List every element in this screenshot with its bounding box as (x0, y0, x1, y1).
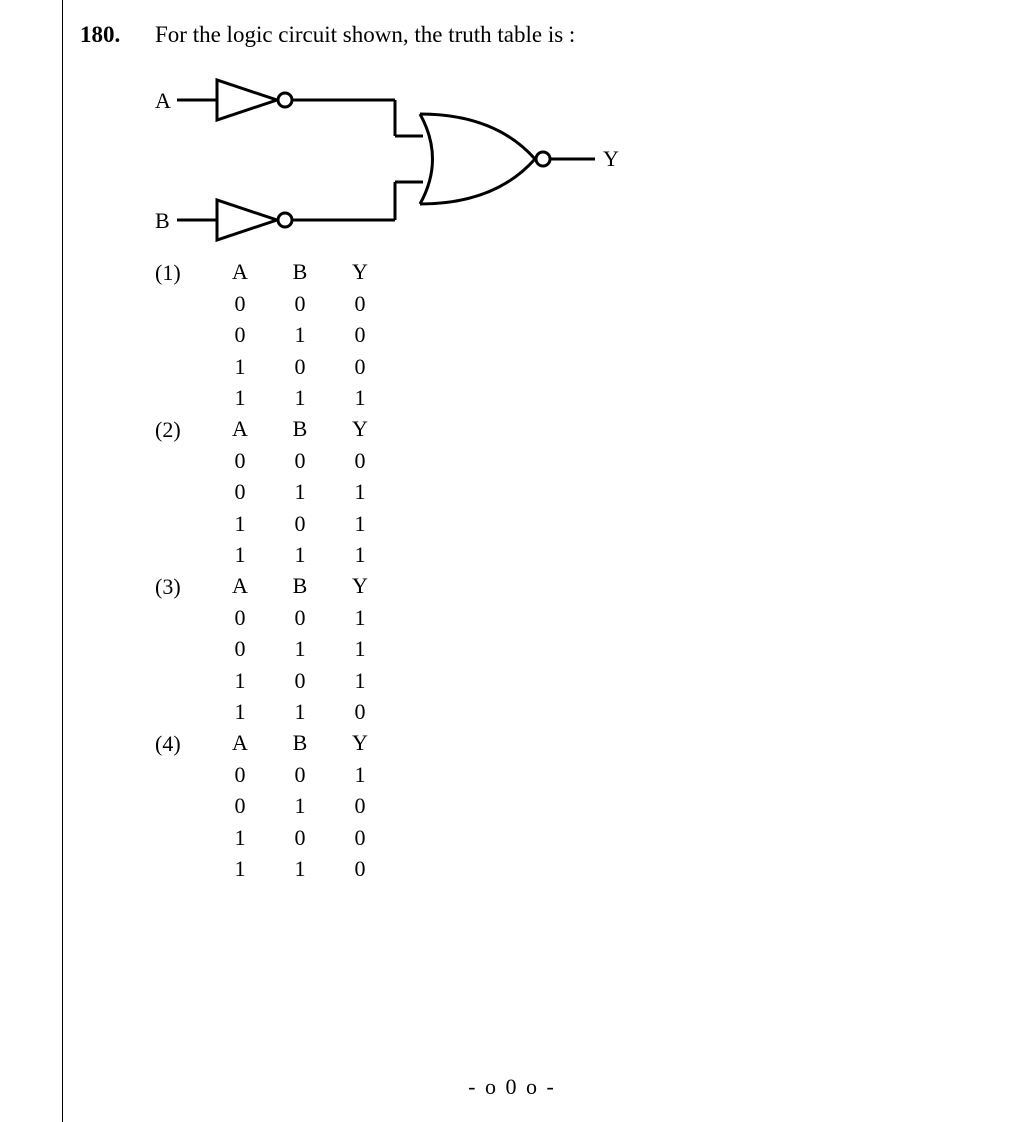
question-number: 180. (80, 22, 120, 48)
td: 0 (270, 604, 330, 633)
td: 0 (270, 290, 330, 319)
th-b: B (270, 258, 330, 287)
option-2: (2) A B Y 0 0 0 0 1 1 1 0 1 1 1 1 (155, 415, 390, 570)
td: 1 (330, 761, 390, 790)
td: 0 (210, 792, 270, 821)
td: 1 (330, 384, 390, 413)
td: 1 (330, 667, 390, 696)
input-b-label: B (155, 208, 170, 233)
td: 0 (270, 667, 330, 696)
th-a: A (210, 258, 270, 287)
td: 0 (270, 353, 330, 382)
td: 0 (210, 635, 270, 664)
th-y: Y (330, 415, 390, 444)
td: 0 (330, 855, 390, 884)
truth-table: A B Y 0 0 0 0 1 1 1 0 1 1 1 1 (210, 415, 390, 570)
td: 1 (270, 635, 330, 664)
logic-circuit-diagram: A B (155, 70, 625, 250)
option-4: (4) A B Y 0 0 1 0 1 0 1 0 0 1 1 0 (155, 729, 390, 884)
th-a: A (210, 572, 270, 601)
td: 0 (210, 447, 270, 476)
td: 1 (330, 510, 390, 539)
th-b: B (270, 415, 330, 444)
td: 1 (330, 541, 390, 570)
option-label: (3) (155, 572, 210, 600)
td: 1 (210, 510, 270, 539)
td: 0 (210, 478, 270, 507)
td: 1 (270, 541, 330, 570)
td: 1 (330, 604, 390, 633)
td: 1 (210, 855, 270, 884)
td: 1 (270, 698, 330, 727)
td: 0 (270, 761, 330, 790)
th-y: Y (330, 258, 390, 287)
input-a-label: A (155, 88, 171, 113)
td: 0 (210, 290, 270, 319)
th-b: B (270, 572, 330, 601)
td: 1 (210, 541, 270, 570)
question-text: For the logic circuit shown, the truth t… (155, 22, 575, 48)
th-y: Y (330, 729, 390, 758)
td: 1 (270, 855, 330, 884)
td: 1 (210, 384, 270, 413)
th-b: B (270, 729, 330, 758)
option-3: (3) A B Y 0 0 1 0 1 1 1 0 1 1 1 0 (155, 572, 390, 727)
td: 1 (270, 384, 330, 413)
truth-table: A B Y 0 0 0 0 1 0 1 0 0 1 1 1 (210, 258, 390, 413)
truth-table: A B Y 0 0 1 0 1 0 1 0 0 1 1 0 (210, 729, 390, 884)
td: 1 (210, 667, 270, 696)
td: 0 (210, 321, 270, 350)
td: 1 (210, 353, 270, 382)
option-label: (4) (155, 729, 210, 757)
option-1: (1) A B Y 0 0 0 0 1 0 1 0 0 1 1 1 (155, 258, 390, 413)
page-footer-ornament: - o 0 o - (0, 1074, 1024, 1100)
th-y: Y (330, 572, 390, 601)
output-y-label: Y (603, 146, 619, 171)
td: 1 (210, 698, 270, 727)
td: 0 (270, 510, 330, 539)
th-a: A (210, 729, 270, 758)
td: 0 (270, 447, 330, 476)
left-margin-rule (62, 0, 63, 1122)
td: 0 (330, 792, 390, 821)
td: 1 (270, 478, 330, 507)
td: 0 (330, 321, 390, 350)
td: 0 (330, 824, 390, 853)
truth-table: A B Y 0 0 1 0 1 1 1 0 1 1 1 0 (210, 572, 390, 727)
th-a: A (210, 415, 270, 444)
td: 1 (330, 478, 390, 507)
answer-options: (1) A B Y 0 0 0 0 1 0 1 0 0 1 1 1 (2) (155, 258, 390, 886)
td: 0 (270, 824, 330, 853)
td: 1 (270, 792, 330, 821)
td: 1 (210, 824, 270, 853)
td: 0 (330, 698, 390, 727)
td: 0 (210, 604, 270, 633)
td: 0 (210, 761, 270, 790)
td: 0 (330, 447, 390, 476)
td: 0 (330, 290, 390, 319)
td: 1 (330, 635, 390, 664)
option-label: (1) (155, 258, 210, 286)
option-label: (2) (155, 415, 210, 443)
td: 0 (330, 353, 390, 382)
td: 1 (270, 321, 330, 350)
